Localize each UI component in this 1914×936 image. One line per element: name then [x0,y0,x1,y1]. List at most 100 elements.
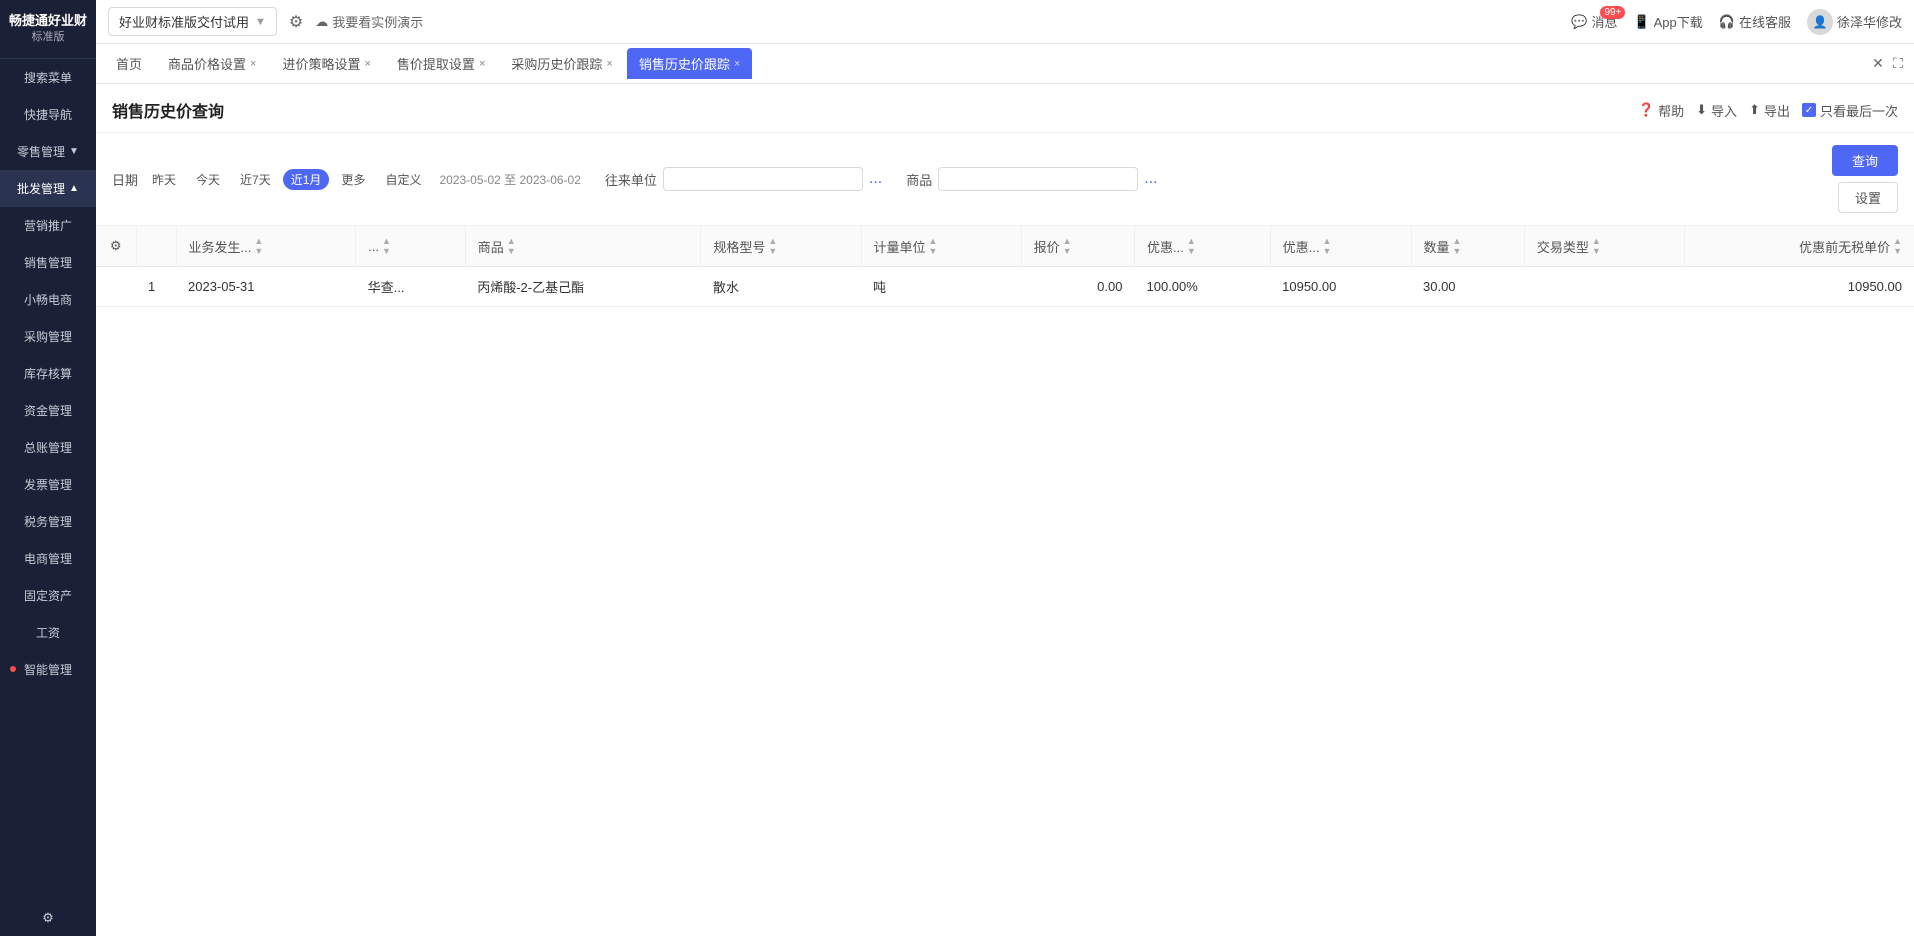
tab-sales-history[interactable]: 销售历史价跟踪 × [627,48,752,79]
col-quantity[interactable]: 数量 ▲▼ [1411,226,1524,267]
row-pretax-price: 10950.00 [1684,267,1914,307]
date-last7[interactable]: 近7天 [232,169,279,190]
user-name: 徐泽华修改 [1837,12,1902,31]
sort-icon: ▲▼ [254,236,263,256]
col-discount-amount[interactable]: 优惠... ▲▼ [1270,226,1411,267]
partner-dots[interactable]: ... [869,170,882,188]
sidebar-item-retail[interactable]: 零售管理 ▼ [0,133,96,170]
query-button[interactable]: 查询 [1832,145,1898,176]
row-unit: 吨 [861,267,1021,307]
date-label: 日期 [112,170,138,189]
filter-settings-button[interactable]: 设置 [1838,182,1898,213]
sidebar-item-smart[interactable]: 智能管理 [0,651,96,688]
sidebar-item-fixed-assets[interactable]: 固定资产 [0,577,96,614]
table-settings-gear-icon: ⚙ [110,238,122,253]
export-button[interactable]: ⬆ 导出 [1749,101,1790,120]
user-menu[interactable]: 👤 徐泽华修改 [1807,9,1902,35]
sidebar-item-general-ledger[interactable]: 总账管理 [0,429,96,466]
sidebar-item-wholesale[interactable]: 批发管理 ▲ [0,170,96,207]
col-spec[interactable]: 规格型号 ▲▼ [701,226,861,267]
message-icon: 💬 [1571,14,1587,30]
sidebar-item-tax[interactable]: 税务管理 [0,503,96,540]
col-extra[interactable]: ... ▲▼ [356,226,466,267]
demo-cloud-icon: ☁ [315,14,328,30]
page-actions: ❓ 帮助 ⬇ 导入 ⬆ 导出 ✓ 只看最后一次 [1638,101,1898,120]
partner-filter-group: 往来单位 ... [605,167,882,191]
sidebar-item-quicknav[interactable]: 快捷导航 [0,96,96,133]
col-seq [136,226,176,267]
product-dots[interactable]: ... [1144,170,1157,188]
row-quantity: 30.00 [1411,267,1524,307]
tab-purchase-strategy-close-icon[interactable]: × [364,58,370,70]
date-yesterday[interactable]: 昨天 [144,169,184,190]
tab-sales-history-close-icon[interactable]: × [734,58,740,70]
partner-input[interactable] [663,167,863,191]
row-seq: 1 [136,267,176,307]
sidebar-settings-button[interactable]: ⚙ [0,900,96,936]
product-input[interactable] [938,167,1138,191]
date-custom[interactable]: 自定义 [377,169,429,190]
message-badge: 99+ [1600,6,1625,19]
date-today[interactable]: 今天 [188,169,228,190]
sidebar-item-inventory[interactable]: 库存核算 [0,355,96,392]
tab-sale-extract-close-icon[interactable]: × [479,58,485,70]
maximize-window-button[interactable]: ⛶ [1890,56,1906,72]
partner-label: 往来单位 [605,170,657,189]
tab-price[interactable]: 商品价格设置 × [156,48,268,79]
only-last-checkbox[interactable]: ✓ 只看最后一次 [1802,101,1898,120]
tab-purchase-history-label: 采购历史价跟踪 [511,54,602,73]
date-last1month[interactable]: 近1月 [283,169,330,190]
sidebar-item-ecommerce[interactable]: 电商管理 [0,540,96,577]
sidebar-item-search[interactable]: 搜索菜单 [0,59,96,96]
online-service-button[interactable]: 🎧 在线客服 [1719,12,1791,31]
only-last-label: 只看最后一次 [1820,101,1898,120]
col-price[interactable]: 报价 ▲▼ [1021,226,1134,267]
col-business-date[interactable]: 业务发生... ▲▼ [176,226,356,267]
sidebar-item-purchase[interactable]: 采购管理 [0,318,96,355]
sort-icon-discount-amount: ▲▼ [1322,236,1331,256]
message-button[interactable]: 💬 消息 99+ [1571,12,1617,31]
tab-purchase-history-close-icon[interactable]: × [606,58,612,70]
import-button[interactable]: ⬇ 导入 [1696,101,1737,120]
product-filter-group: 商品 ... [906,167,1157,191]
sidebar-item-finance[interactable]: 资金管理 [0,392,96,429]
tab-purchase-strategy[interactable]: 进价策略设置 × [270,48,382,79]
import-label: 导入 [1711,101,1737,120]
tab-sale-extract[interactable]: 售价提取设置 × [385,48,497,79]
checkbox-icon: ✓ [1802,103,1816,117]
import-icon: ⬇ [1696,102,1707,118]
row-product: 丙烯酸-2-乙基己酯 [465,267,701,307]
sidebar-item-marketing[interactable]: 营销推广 [0,207,96,244]
sidebar-item-payroll[interactable]: 工资 [0,614,96,651]
date-more[interactable]: 更多 [333,169,373,190]
col-settings[interactable]: ⚙ [96,226,136,267]
sidebar-item-sales[interactable]: 销售管理 [0,244,96,281]
col-transaction-type[interactable]: 交易类型 ▲▼ [1524,226,1684,267]
sidebar-item-invoice[interactable]: 发票管理 [0,466,96,503]
sidebar-item-ecommerce-small[interactable]: 小畅电商 [0,281,96,318]
app-download-icon: 📱 [1633,14,1649,30]
tab-purchase-history[interactable]: 采购历史价跟踪 × [499,48,624,79]
tab-home[interactable]: 首页 [104,48,154,79]
col-unit[interactable]: 计量单位 ▲▼ [861,226,1021,267]
app-download-button[interactable]: 📱 App下载 [1633,12,1702,31]
close-window-button[interactable]: ✕ [1870,56,1886,72]
topbar-settings-icon[interactable]: ⚙ [289,12,303,32]
version-selector[interactable]: 好业财标准版交付试用 ▼ [108,7,277,36]
app-logo: 畅捷通好业财 标准版 [0,0,96,59]
row-business-date: 2023-05-31 [176,267,356,307]
topbar-right: 💬 消息 99+ 📱 App下载 🎧 在线客服 👤 徐泽华修改 [1571,9,1902,35]
window-controls: ✕ ⛶ [1870,56,1906,72]
row-extra: 华查... [356,267,466,307]
table-row: 1 2023-05-31 华查... 丙烯酸-2-乙基己酯 散水 吨 0.00 … [96,267,1914,307]
demo-link[interactable]: ☁ 我要看实例演示 [315,12,423,31]
date-pills: 昨天 今天 近7天 近1月 更多 自定义 [144,169,429,190]
data-table-container: ⚙ 业务发生... ▲▼ ... ▲▼ [96,226,1914,307]
col-pretax-price[interactable]: 优惠前无税单价 ▲▼ [1684,226,1914,267]
sort-icon-unit: ▲▼ [929,236,938,256]
filter-bar: 日期 昨天 今天 近7天 近1月 更多 自定义 2023-05-02 至 202… [96,133,1914,226]
help-button[interactable]: ❓ 帮助 [1638,101,1684,120]
col-product[interactable]: 商品 ▲▼ [465,226,701,267]
col-discount-rate[interactable]: 优惠... ▲▼ [1134,226,1270,267]
tab-price-close-icon[interactable]: × [250,58,256,70]
